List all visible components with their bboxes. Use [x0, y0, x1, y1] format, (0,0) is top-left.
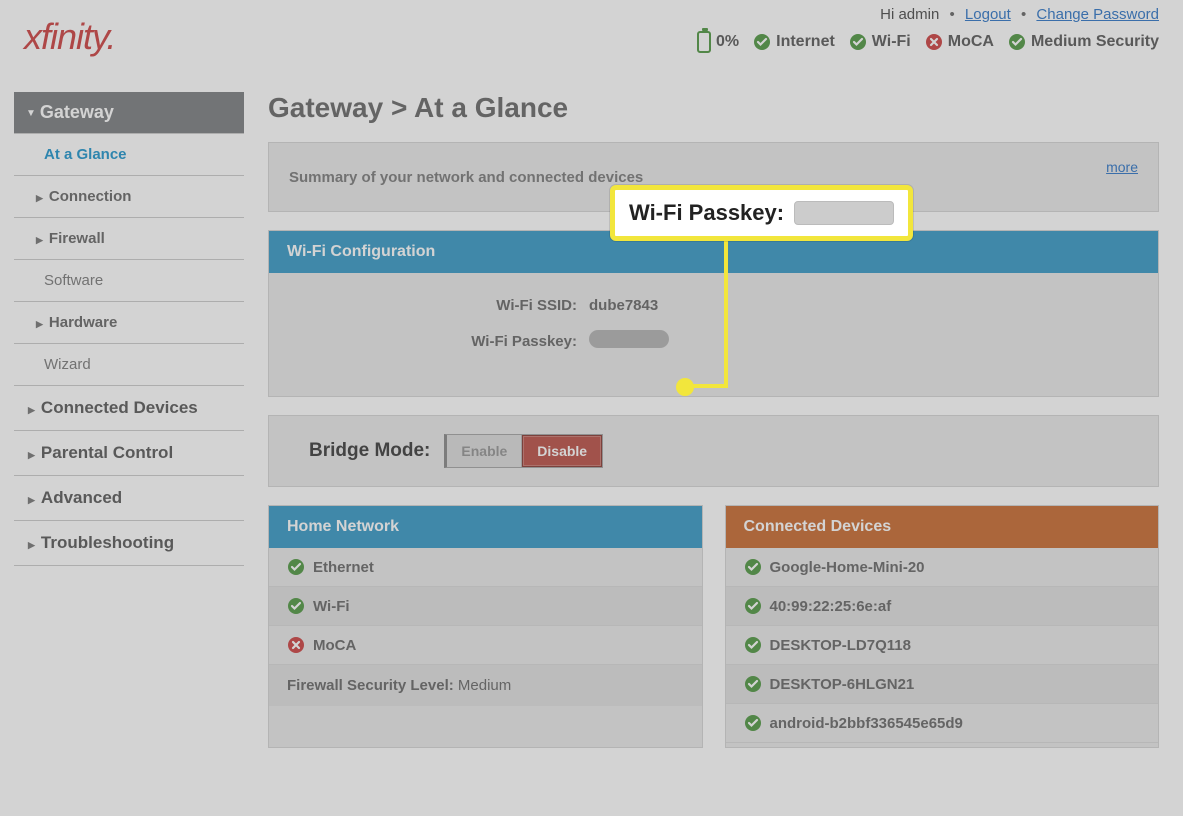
chevron-right-icon: ▶ — [28, 405, 35, 415]
list-item: DESKTOP-LD7Q118 — [726, 626, 1159, 665]
list-item: android-b2bbf336545e65d9 — [726, 704, 1159, 743]
list-item: Google-Home-Mini-20 — [726, 548, 1159, 587]
sidebar-item-wizard[interactable]: Wizard — [14, 344, 244, 386]
callout-label: Wi-Fi Passkey: — [629, 200, 784, 226]
chevron-right-icon: ▶ — [36, 235, 43, 245]
chevron-down-icon: ▼ — [26, 108, 36, 119]
battery-icon — [697, 31, 711, 53]
change-password-link[interactable]: Change Password — [1036, 6, 1159, 23]
check-ok-icon — [744, 558, 762, 576]
wifi-config-panel: Wi-Fi Configuration Wi-Fi SSID: dube7843… — [268, 230, 1159, 397]
check-err-icon — [925, 33, 943, 51]
check-ok-icon — [287, 558, 305, 576]
list-item: Wi-Fi — [269, 587, 702, 626]
sidebar-item-software[interactable]: Software — [14, 260, 244, 302]
connected-devices-header: Connected Devices — [726, 506, 1159, 548]
wifi-passkey-redacted — [589, 330, 669, 348]
callout-line — [690, 384, 728, 388]
sidebar-item-connected-devices[interactable]: ▶Connected Devices — [14, 386, 244, 431]
top-links: Hi admin • Logout • Change Password — [697, 6, 1159, 23]
sidebar-item-troubleshooting[interactable]: ▶Troubleshooting — [14, 521, 244, 566]
security-status: Medium Security — [1008, 33, 1159, 51]
bridge-disable-button[interactable]: Disable — [522, 435, 602, 467]
check-err-icon — [287, 636, 305, 654]
sidebar-item-hardware[interactable]: ▶Hardware — [14, 302, 244, 344]
summary-text: Summary of your network and connected de… — [289, 169, 643, 186]
chevron-right-icon: ▶ — [28, 495, 35, 505]
bridge-enable-button[interactable]: Enable — [447, 435, 522, 467]
check-ok-icon — [753, 33, 771, 51]
home-network-header: Home Network — [269, 506, 702, 548]
sidebar: ▼Gateway At a Glance ▶Connection ▶Firewa… — [14, 92, 244, 748]
sidebar-item-firewall[interactable]: ▶Firewall — [14, 218, 244, 260]
breadcrumb: Gateway > At a Glance — [268, 92, 1159, 124]
logo: xfinity — [24, 16, 115, 68]
check-ok-icon — [744, 636, 762, 654]
sidebar-item-connection[interactable]: ▶Connection — [14, 176, 244, 218]
chevron-right-icon: ▶ — [36, 319, 43, 329]
bridge-toggle: Enable Disable — [444, 434, 603, 468]
callout-line — [724, 232, 728, 388]
chevron-right-icon: ▶ — [36, 193, 43, 203]
chevron-right-icon: ▶ — [28, 450, 35, 460]
list-item: MoCA — [269, 626, 702, 665]
connected-devices-panel: Connected Devices Google-Home-Mini-20 40… — [725, 505, 1160, 748]
check-ok-icon — [1008, 33, 1026, 51]
greeting-text: Hi admin — [880, 6, 939, 23]
logout-link[interactable]: Logout — [965, 6, 1011, 23]
chevron-right-icon: ▶ — [28, 540, 35, 550]
wifi-ssid-value: dube7843 — [589, 297, 658, 314]
wifi-ssid-label: Wi-Fi SSID: — [309, 297, 589, 314]
separator: • — [949, 6, 954, 23]
separator: • — [1021, 6, 1026, 23]
bridge-mode-label: Bridge Mode: — [309, 440, 430, 462]
firewall-level: Firewall Security Level: Medium — [269, 665, 702, 706]
internet-status: Internet — [753, 33, 835, 51]
moca-status: MoCA — [925, 33, 994, 51]
more-link[interactable]: more — [1106, 159, 1138, 175]
check-ok-icon — [744, 675, 762, 693]
sidebar-item-at-a-glance[interactable]: At a Glance — [14, 134, 244, 176]
bridge-mode-panel: Bridge Mode: Enable Disable — [268, 415, 1159, 487]
callout-dot — [676, 378, 694, 396]
sidebar-item-advanced[interactable]: ▶Advanced — [14, 476, 244, 521]
wifi-passkey-callout: Wi-Fi Passkey: — [610, 185, 913, 241]
list-item: DESKTOP-6HLGN21 — [726, 665, 1159, 704]
list-item: 40:99:22:25:6e:af — [726, 587, 1159, 626]
check-ok-icon — [849, 33, 867, 51]
check-ok-icon — [744, 714, 762, 732]
check-ok-icon — [287, 597, 305, 615]
wifi-status: Wi-Fi — [849, 33, 911, 51]
callout-passkey-redacted — [794, 201, 894, 225]
sidebar-item-parental-control[interactable]: ▶Parental Control — [14, 431, 244, 476]
list-item: Ethernet — [269, 548, 702, 587]
wifi-passkey-label: Wi-Fi Passkey: — [309, 333, 589, 350]
sidebar-head-gateway[interactable]: ▼Gateway — [14, 92, 244, 134]
battery-status: 0% — [697, 31, 739, 53]
home-network-panel: Home Network Ethernet Wi-Fi MoCA Firewal… — [268, 505, 703, 748]
check-ok-icon — [744, 597, 762, 615]
